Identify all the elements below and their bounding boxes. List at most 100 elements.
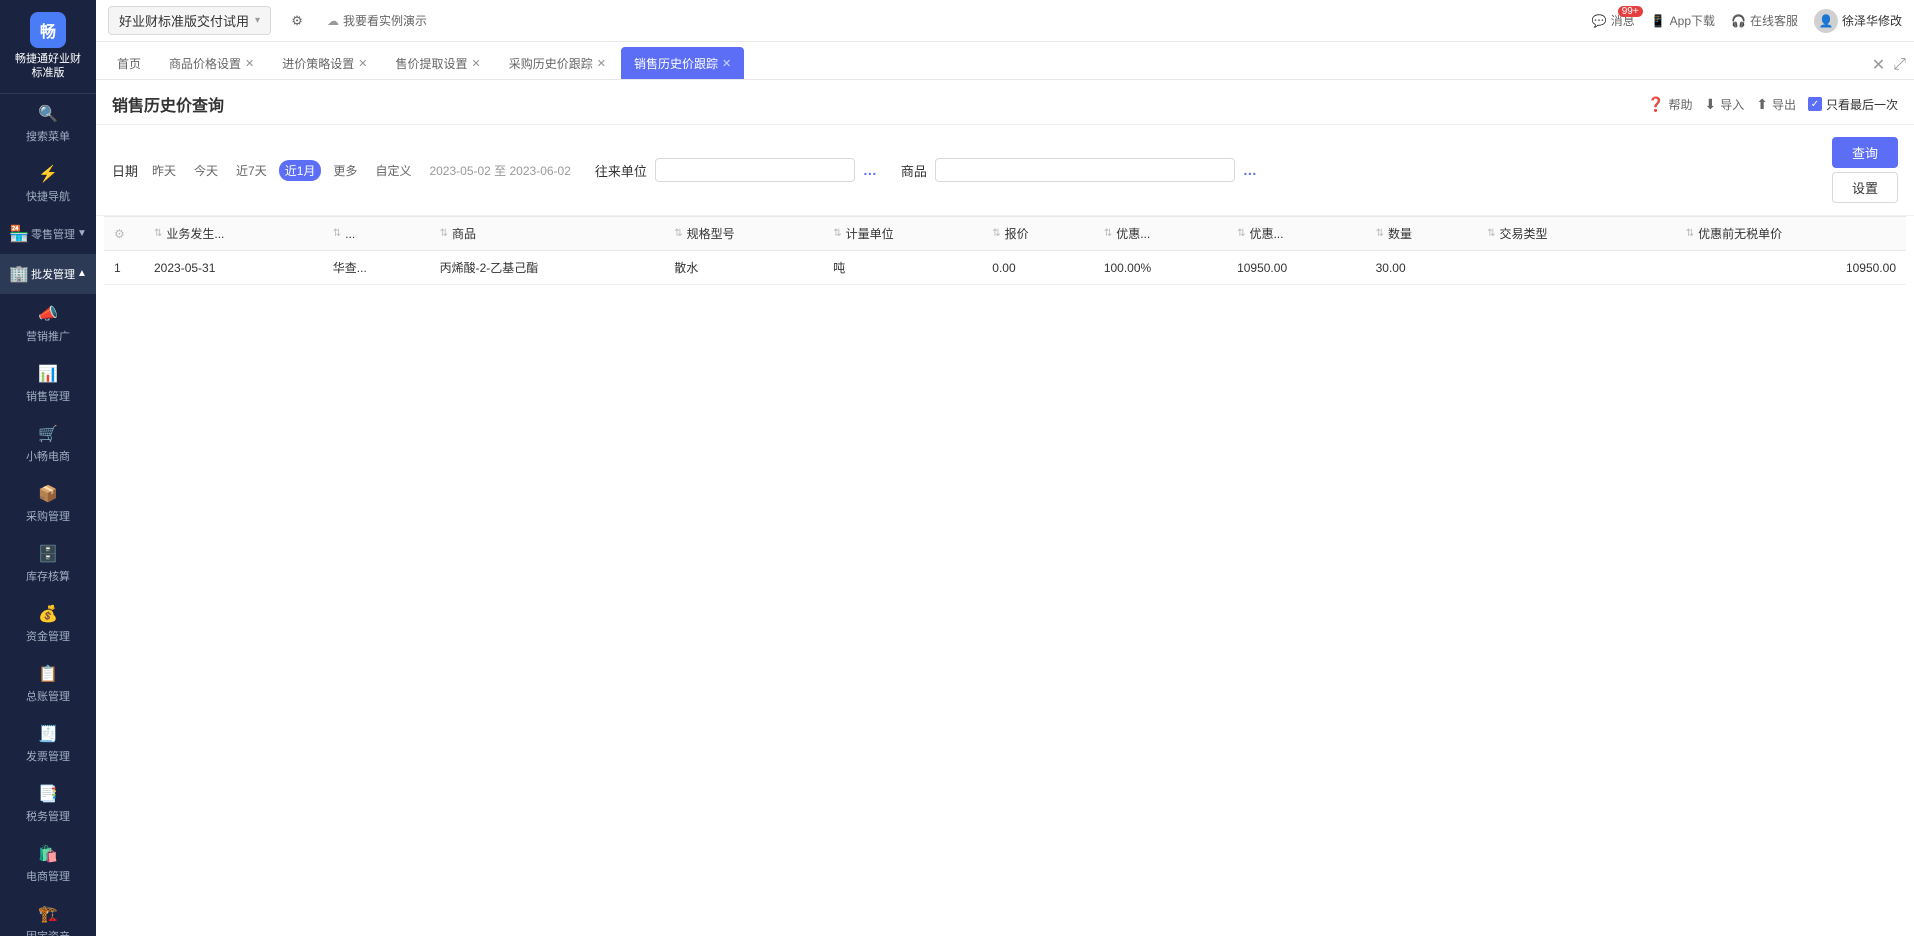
help-icon: ❓ (1647, 96, 1664, 113)
col-header-more[interactable]: ⇅ ... (323, 217, 430, 251)
filter-buttons: 查询 设置 (1832, 137, 1898, 203)
product-input[interactable] (935, 158, 1235, 182)
sidebar-item-xiaochange[interactable]: 🛒 小畅电商 (0, 414, 96, 474)
cell-trade-type (1477, 251, 1636, 285)
date-opt-yesterday[interactable]: 昨天 (146, 160, 182, 181)
product-ellipsis[interactable]: … (1243, 162, 1257, 178)
tabbar: 首页 商品价格设置 ✕ 进价策略设置 ✕ 售价提取设置 ✕ 采购历史价跟踪 ✕ … (96, 42, 1914, 80)
topbar-right: 💬 消息 99+ 📱 App下载 🎧 在线客服 👤 徐泽华修改 (1592, 9, 1902, 33)
sidebar-sales-label: 销售管理 (26, 388, 70, 404)
col-price-label: 报价 (1005, 225, 1029, 242)
customer-ellipsis[interactable]: … (863, 162, 877, 178)
filter-area: 日期 昨天 今天 近7天 近1月 更多 自定义 2023-05-02 至 202… (96, 125, 1914, 216)
tab-home[interactable]: 首页 (104, 47, 154, 79)
sort-icon-price: ⇅ (992, 228, 1000, 239)
tab-purchase-history[interactable]: 采购历史价跟踪 ✕ (496, 47, 619, 79)
sidebar-item-search[interactable]: 🔍 搜索菜单 (0, 94, 96, 154)
page-title: 销售历史价查询 (112, 92, 224, 116)
cell-pretax-price: 10950.00 (1676, 251, 1906, 285)
main-content: 好业财标准版交付试用 ▾ ⚙ ☁ 我要看实例演示 💬 消息 99+ 📱 App下… (96, 0, 1914, 936)
tab-purchase-strategy-label: 进价策略设置 (282, 55, 354, 72)
online-service-label: 在线客服 (1750, 12, 1798, 29)
invoice-icon: 🧾 (38, 724, 58, 744)
message-badge: 99+ (1618, 6, 1643, 17)
date-opt-more[interactable]: 更多 (327, 160, 363, 181)
sidebar-item-retail[interactable]: 🏪 零售管理 ▼ (0, 214, 96, 254)
col-discount-amt-label: 优惠... (1249, 225, 1283, 242)
date-opt-last1m[interactable]: 近1月 (279, 160, 322, 181)
tab-purchase-history-close[interactable]: ✕ (597, 57, 606, 70)
table-column-gear[interactable]: ⚙ (114, 227, 125, 241)
sort-icon-discount-pct: ⇅ (1104, 228, 1112, 239)
logo-subtitle: 标准版 (32, 66, 65, 80)
sidebar-item-inventory[interactable]: 🗄️ 库存核算 (0, 534, 96, 594)
tab-sale-history-close[interactable]: ✕ (722, 57, 731, 70)
tab-price-close[interactable]: ✕ (245, 57, 254, 70)
col-header-price[interactable]: ⇅ 报价 (982, 217, 1094, 251)
col-product-label: 商品 (452, 225, 476, 242)
app-download-button[interactable]: 📱 App下载 (1651, 12, 1715, 29)
table-container: ⚙ ⇅ 业务发生... ⇅ ... (96, 216, 1914, 285)
tab-purchase-strategy[interactable]: 进价策略设置 ✕ (269, 47, 380, 79)
col-unit-label: 计量单位 (846, 225, 894, 242)
export-button[interactable]: ⬆ 导出 (1756, 96, 1796, 113)
sidebar-item-tax[interactable]: 📑 税务管理 (0, 774, 96, 834)
user-info[interactable]: 👤 徐泽华修改 (1814, 9, 1902, 33)
xiaochange-icon: 🛒 (38, 424, 58, 444)
window-maximize-button[interactable]: ⤢ (1893, 56, 1906, 74)
sidebar-item-purchase[interactable]: 📦 采购管理 (0, 474, 96, 534)
date-options: 昨天 今天 近7天 近1月 更多 自定义 (146, 160, 417, 181)
query-button[interactable]: 查询 (1832, 137, 1898, 168)
col-header-unit[interactable]: ⇅ 计量单位 (823, 217, 982, 251)
customer-input[interactable] (655, 158, 855, 182)
col-pretax-label: 优惠前无税单价 (1698, 225, 1782, 242)
demo-button[interactable]: ☁ 我要看实例演示 (327, 12, 427, 29)
table-settings-button[interactable]: 设置 (1832, 172, 1898, 203)
logo-name: 畅捷通好业财 (15, 52, 81, 66)
sidebar-item-general[interactable]: 📋 总账管理 (0, 654, 96, 714)
wholesale-arrow: ▲ (77, 268, 87, 279)
table-header-row: ⚙ ⇅ 业务发生... ⇅ ... (104, 217, 1906, 251)
col-header-trade-type[interactable]: ⇅ 交易类型 (1477, 217, 1636, 251)
sidebar-item-quicknav[interactable]: ⚡ 快捷导航 (0, 154, 96, 214)
sidebar-item-assets[interactable]: 🏗️ 固定资产 (0, 894, 96, 936)
col-header-discount-pct[interactable]: ⇅ 优惠... (1094, 217, 1227, 251)
date-opt-today[interactable]: 今天 (188, 160, 224, 181)
col-header-pretax[interactable]: ⇅ 优惠前无税单价 (1676, 217, 1906, 251)
col-header-biz-date[interactable]: ⇅ 业务发生... (144, 217, 323, 251)
sort-icon-pretax: ⇅ (1686, 228, 1694, 239)
app-logo[interactable]: 畅 畅捷通好业财 标准版 (0, 0, 96, 94)
sidebar-item-wholesale[interactable]: 🏢 批发管理 ▲ (0, 254, 96, 294)
sidebar-item-invoice[interactable]: 🧾 发票管理 (0, 714, 96, 774)
sidebar-ecommerce-label: 电商管理 (26, 868, 70, 884)
col-header-qty[interactable]: ⇅ 数量 (1366, 217, 1478, 251)
date-opt-last7[interactable]: 近7天 (230, 160, 273, 181)
only-last-checkbox[interactable]: ✓ 只看最后一次 (1808, 96, 1898, 113)
sidebar-item-finance[interactable]: 💰 资金管理 (0, 594, 96, 654)
tab-sale-extract[interactable]: 售价提取设置 ✕ (382, 47, 493, 79)
tab-purchase-strategy-close[interactable]: ✕ (358, 57, 367, 70)
tab-price[interactable]: 商品价格设置 ✕ (156, 47, 267, 79)
online-service-button[interactable]: 🎧 在线客服 (1731, 12, 1798, 29)
module-selector[interactable]: 好业财标准版交付试用 ▾ (108, 6, 271, 35)
date-opt-custom[interactable]: 自定义 (369, 160, 417, 181)
table-row: 1 2023-05-31 华查... 丙烯酸-2-乙基己酯 散水 吨 0.00 … (104, 251, 1906, 285)
col-header-product[interactable]: ⇅ 商品 (430, 217, 665, 251)
logo-icon: 畅 (30, 12, 66, 48)
col-header-discount-amt[interactable]: ⇅ 优惠... (1227, 217, 1366, 251)
purchase-icon: 📦 (38, 484, 58, 504)
import-button[interactable]: ⬇ 导入 (1704, 96, 1744, 113)
topbar-settings-button[interactable]: ⚙ (283, 7, 311, 35)
help-button[interactable]: ❓ 帮助 (1647, 96, 1692, 113)
tab-sale-extract-close[interactable]: ✕ (472, 57, 481, 70)
sidebar-item-sales[interactable]: 📊 销售管理 (0, 354, 96, 414)
cell-index: 1 (104, 251, 144, 285)
sidebar-assets-label: 固定资产 (26, 928, 70, 936)
window-close-button[interactable]: ✕ (1872, 55, 1885, 75)
sidebar-item-ecommerce[interactable]: 🛍️ 电商管理 (0, 834, 96, 894)
message-button[interactable]: 💬 消息 99+ (1592, 12, 1635, 29)
module-chevron-icon: ▾ (255, 15, 260, 26)
tab-sale-history[interactable]: 销售历史价跟踪 ✕ (621, 47, 744, 79)
sidebar-item-marketing[interactable]: 📣 营销推广 (0, 294, 96, 354)
col-header-spec[interactable]: ⇅ 规格型号 (664, 217, 823, 251)
